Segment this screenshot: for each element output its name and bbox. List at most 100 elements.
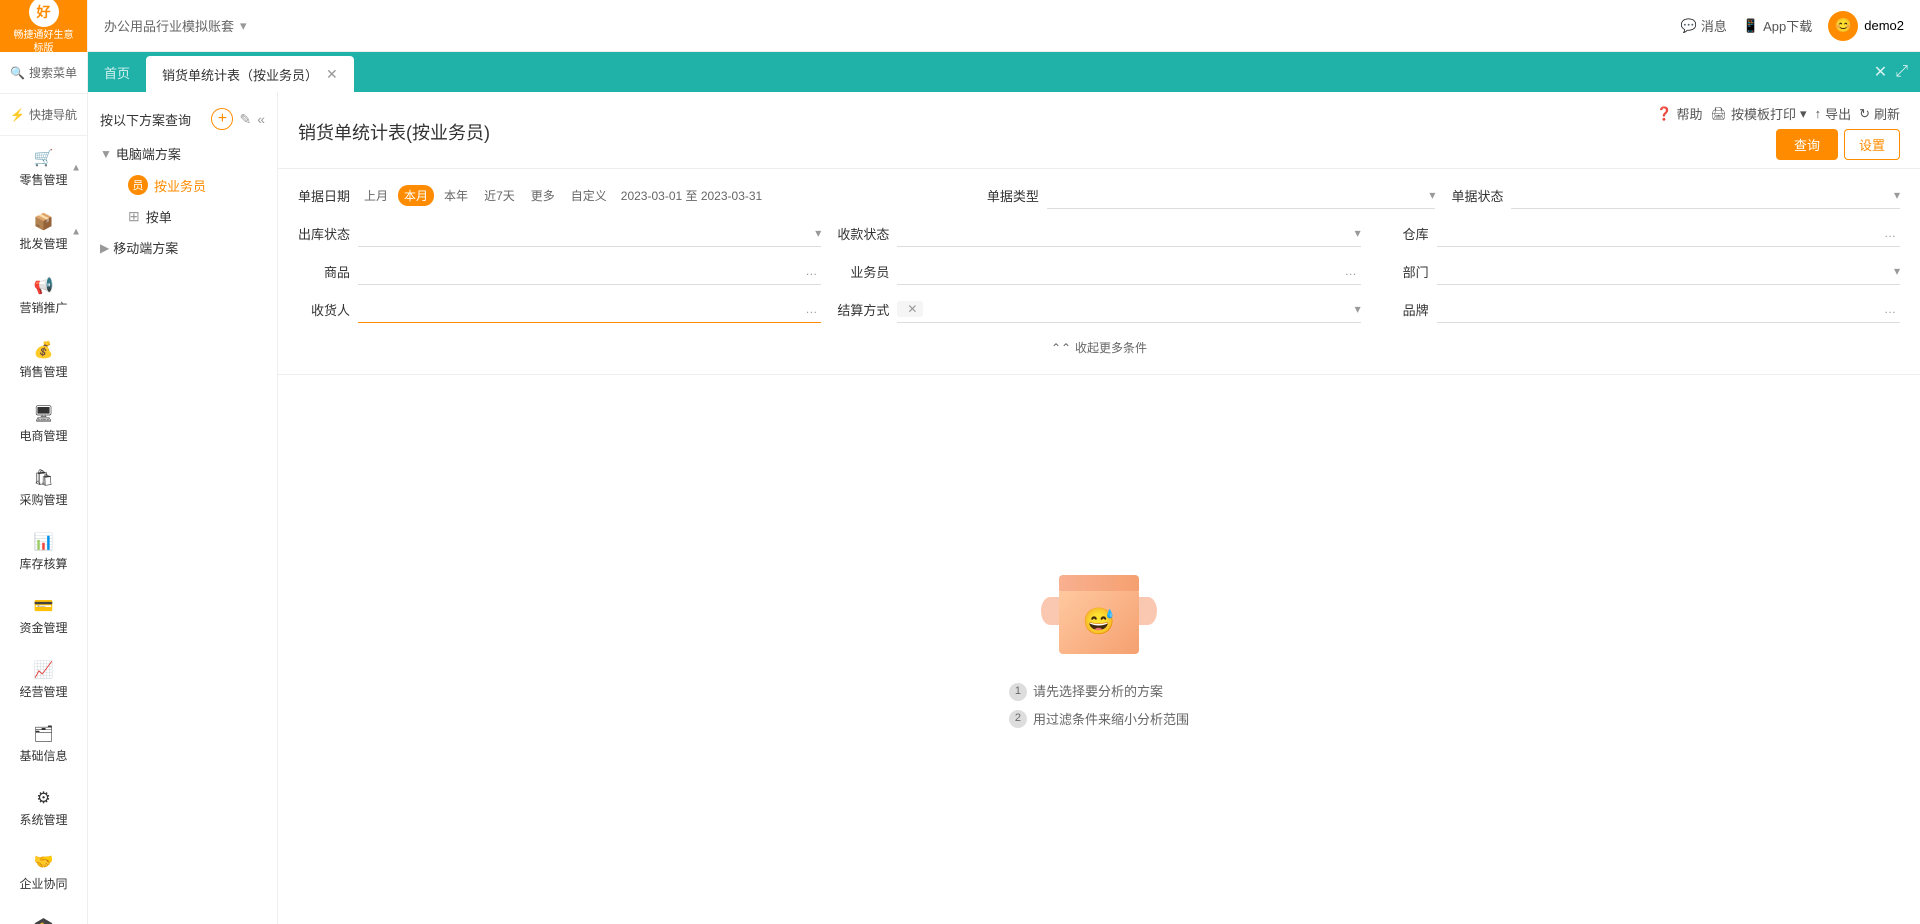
filter-warehouse-input[interactable] [1437,225,1880,240]
filter-brand-input[interactable] [1437,301,1880,316]
filter-dept-control[interactable]: ▾ [1437,257,1900,285]
filter-receiver-control[interactable]: … [358,295,821,323]
refresh-label: 刷新 [1874,104,1900,123]
page-header: 销货单统计表(按业务员) ❓ 帮助 🖨 按模板打印 ▾ ↑ [278,92,1920,169]
filter-out-status-control[interactable]: ▾ [358,219,821,247]
edit-scheme-button[interactable]: ✎ [239,108,251,130]
tab-sales-stat-close[interactable]: ✕ [326,66,338,83]
message-icon: 💬 [1681,18,1697,34]
filter-receipt-status-control[interactable]: ▾ [897,219,1360,247]
date-tab-last-7-days[interactable]: 近7天 [478,185,521,206]
filter-warehouse: 仓库 … [1377,219,1900,247]
scheme-by-order[interactable]: ⊞ 按单 [104,201,277,232]
search-menu-button[interactable]: 🔍 搜索菜单 [6,60,81,85]
tab-home[interactable]: 首页 [88,52,146,92]
sidebar-item-purchase-label: 采购管理 [19,491,67,508]
date-tab-custom[interactable]: 自定义 [565,185,613,206]
filter-goods: 商品 … [298,257,821,285]
sidebar-item-operations[interactable]: 📈 经营管理 [0,648,87,712]
help-button[interactable]: ❓ 帮助 [1656,104,1702,123]
filter-row-2: 出库状态 ▾ 收款状态 ▾ 仓库 [298,219,1900,247]
filter-salesman-input[interactable] [897,263,1340,278]
operations-icon: 📈 [34,660,54,680]
topbar-dropdown-icon[interactable]: ▾ [240,18,247,34]
filter-doc-status-input[interactable] [1511,187,1900,202]
filter-brand: 品牌 … [1377,295,1900,323]
tab-expand-button[interactable]: ⤢ [1895,63,1908,81]
filter-warehouse-more[interactable]: … [1880,226,1900,240]
empty-step2-text: 用过滤条件来缩小分析范围 [1033,708,1189,731]
sidebar-item-sales[interactable]: 💰 销售管理 [0,328,87,392]
filter-payment-control[interactable]: ✕ ▾ [897,295,1360,323]
filter-brand-more[interactable]: … [1880,302,1900,316]
add-scheme-button[interactable]: + [211,108,233,130]
filter-warehouse-control[interactable]: … [1437,219,1900,247]
sidebar-item-inventory[interactable]: 📊 库存核算 [0,520,87,584]
sidebar-item-ecommerce[interactable]: 🖥 电商管理 [0,392,87,456]
filter-dept-input[interactable] [1437,263,1900,278]
logo-text: 畅捷通好生意 [14,29,74,42]
filter-receipt-status-label: 收款状态 [837,224,889,243]
quick-nav-button[interactable]: ⚡ 快捷导航 [6,102,81,127]
message-action[interactable]: 💬 消息 [1681,16,1727,35]
inventory-icon: 📊 [34,532,54,552]
query-button[interactable]: 查询 [1776,129,1838,160]
basic-icon: 🗂 [33,724,53,744]
sidebar-item-basic[interactable]: 🗂 基础信息 [0,712,87,776]
date-tab-last-month[interactable]: 上月 [358,185,394,206]
refresh-button[interactable]: ↻ 刷新 [1859,104,1900,123]
filter-out-status-input[interactable] [358,225,821,240]
filter-goods-more[interactable]: … [801,264,821,278]
nav-icon: ⚡ [10,108,25,122]
sidebar-item-finance[interactable]: 💳 资金管理 [0,584,87,648]
tabbar-end: ✕ ⤢ [1874,62,1920,82]
print-label: 按模板打印 [1731,104,1796,123]
sidebar-item-retail-label: 零售管理 [19,171,67,188]
scheme-by-salesman[interactable]: 员 按业务员 [104,169,277,201]
filter-brand-control[interactable]: … [1437,295,1900,323]
print-button[interactable]: 🖨 按模板打印 ▾ [1711,104,1807,123]
collapse-panel-button[interactable]: « [257,108,265,130]
mobile-schemes-arrow[interactable]: ▶ [100,241,109,255]
export-button[interactable]: ↑ 导出 [1815,104,1852,123]
filter-row-3: 商品 … 业务员 … 部门 [298,257,1900,285]
desktop-schemes-arrow[interactable]: ▼ [100,147,112,161]
tab-close-all-button[interactable]: ✕ [1874,62,1887,82]
filter-doc-type-label: 单据类型 [987,186,1039,205]
collapse-filters-button[interactable]: ⌃⌃ 收起更多条件 [1051,339,1147,356]
sidebar-item-sales-label: 销售管理 [19,363,67,380]
filter-out-status-label: 出库状态 [298,224,350,243]
app-download-action[interactable]: 📱 App下载 [1743,16,1812,35]
filter-doc-status-control[interactable]: ▾ [1511,181,1900,209]
sidebar-item-ecommerce-label: 电商管理 [19,427,67,444]
filter-salesman-control[interactable]: … [897,257,1360,285]
filter-payment-tag-close[interactable]: ✕ [907,302,917,316]
sidebar-item-wholesale[interactable]: 📦 批发管理 ▲ [0,200,87,264]
filter-doc-type-input[interactable] [1047,187,1436,202]
sidebar-item-system[interactable]: ⚙ 系统管理 [0,776,87,840]
filter-goods-input[interactable] [358,263,801,278]
filter-salesman-more[interactable]: … [1341,264,1361,278]
settings-button[interactable]: 设置 [1844,129,1900,160]
sidebar-item-enterprise[interactable]: 🤝 企业协同 [0,840,87,904]
filter-receiver-more[interactable]: … [801,302,821,316]
sidebar-item-marketing[interactable]: 📢 营销推广 [0,264,87,328]
date-tab-more[interactable]: 更多 [525,185,561,206]
sidebar-item-newbie[interactable]: 🎓 新手引导 [0,904,87,924]
sidebar-item-purchase[interactable]: 🛍 采购管理 [0,456,87,520]
tree-desktop-schemes[interactable]: ▼ 电脑端方案 [88,138,277,169]
filter-dept-label: 部门 [1377,262,1429,281]
sidebar-item-operations-label: 经营管理 [19,683,67,700]
filter-goods-control[interactable]: … [358,257,821,285]
user-menu[interactable]: 😊 demo2 [1828,11,1904,41]
filter-receiver-input[interactable] [358,301,801,316]
print-dropdown-icon[interactable]: ▾ [1800,106,1807,122]
tree-mobile-schemes[interactable]: ▶ 移动端方案 [88,232,277,263]
tab-sales-stat[interactable]: 销货单统计表（按业务员） ✕ [146,56,354,92]
filter-receipt-status-input[interactable] [897,225,1360,240]
sidebar-item-basic-label: 基础信息 [19,747,67,764]
date-tab-this-month[interactable]: 本月 [398,185,434,206]
filter-doc-type-control[interactable]: ▾ [1047,181,1436,209]
sidebar-item-retail[interactable]: 🛒 零售管理 ▲ [0,136,87,200]
date-tab-this-year[interactable]: 本年 [438,185,474,206]
